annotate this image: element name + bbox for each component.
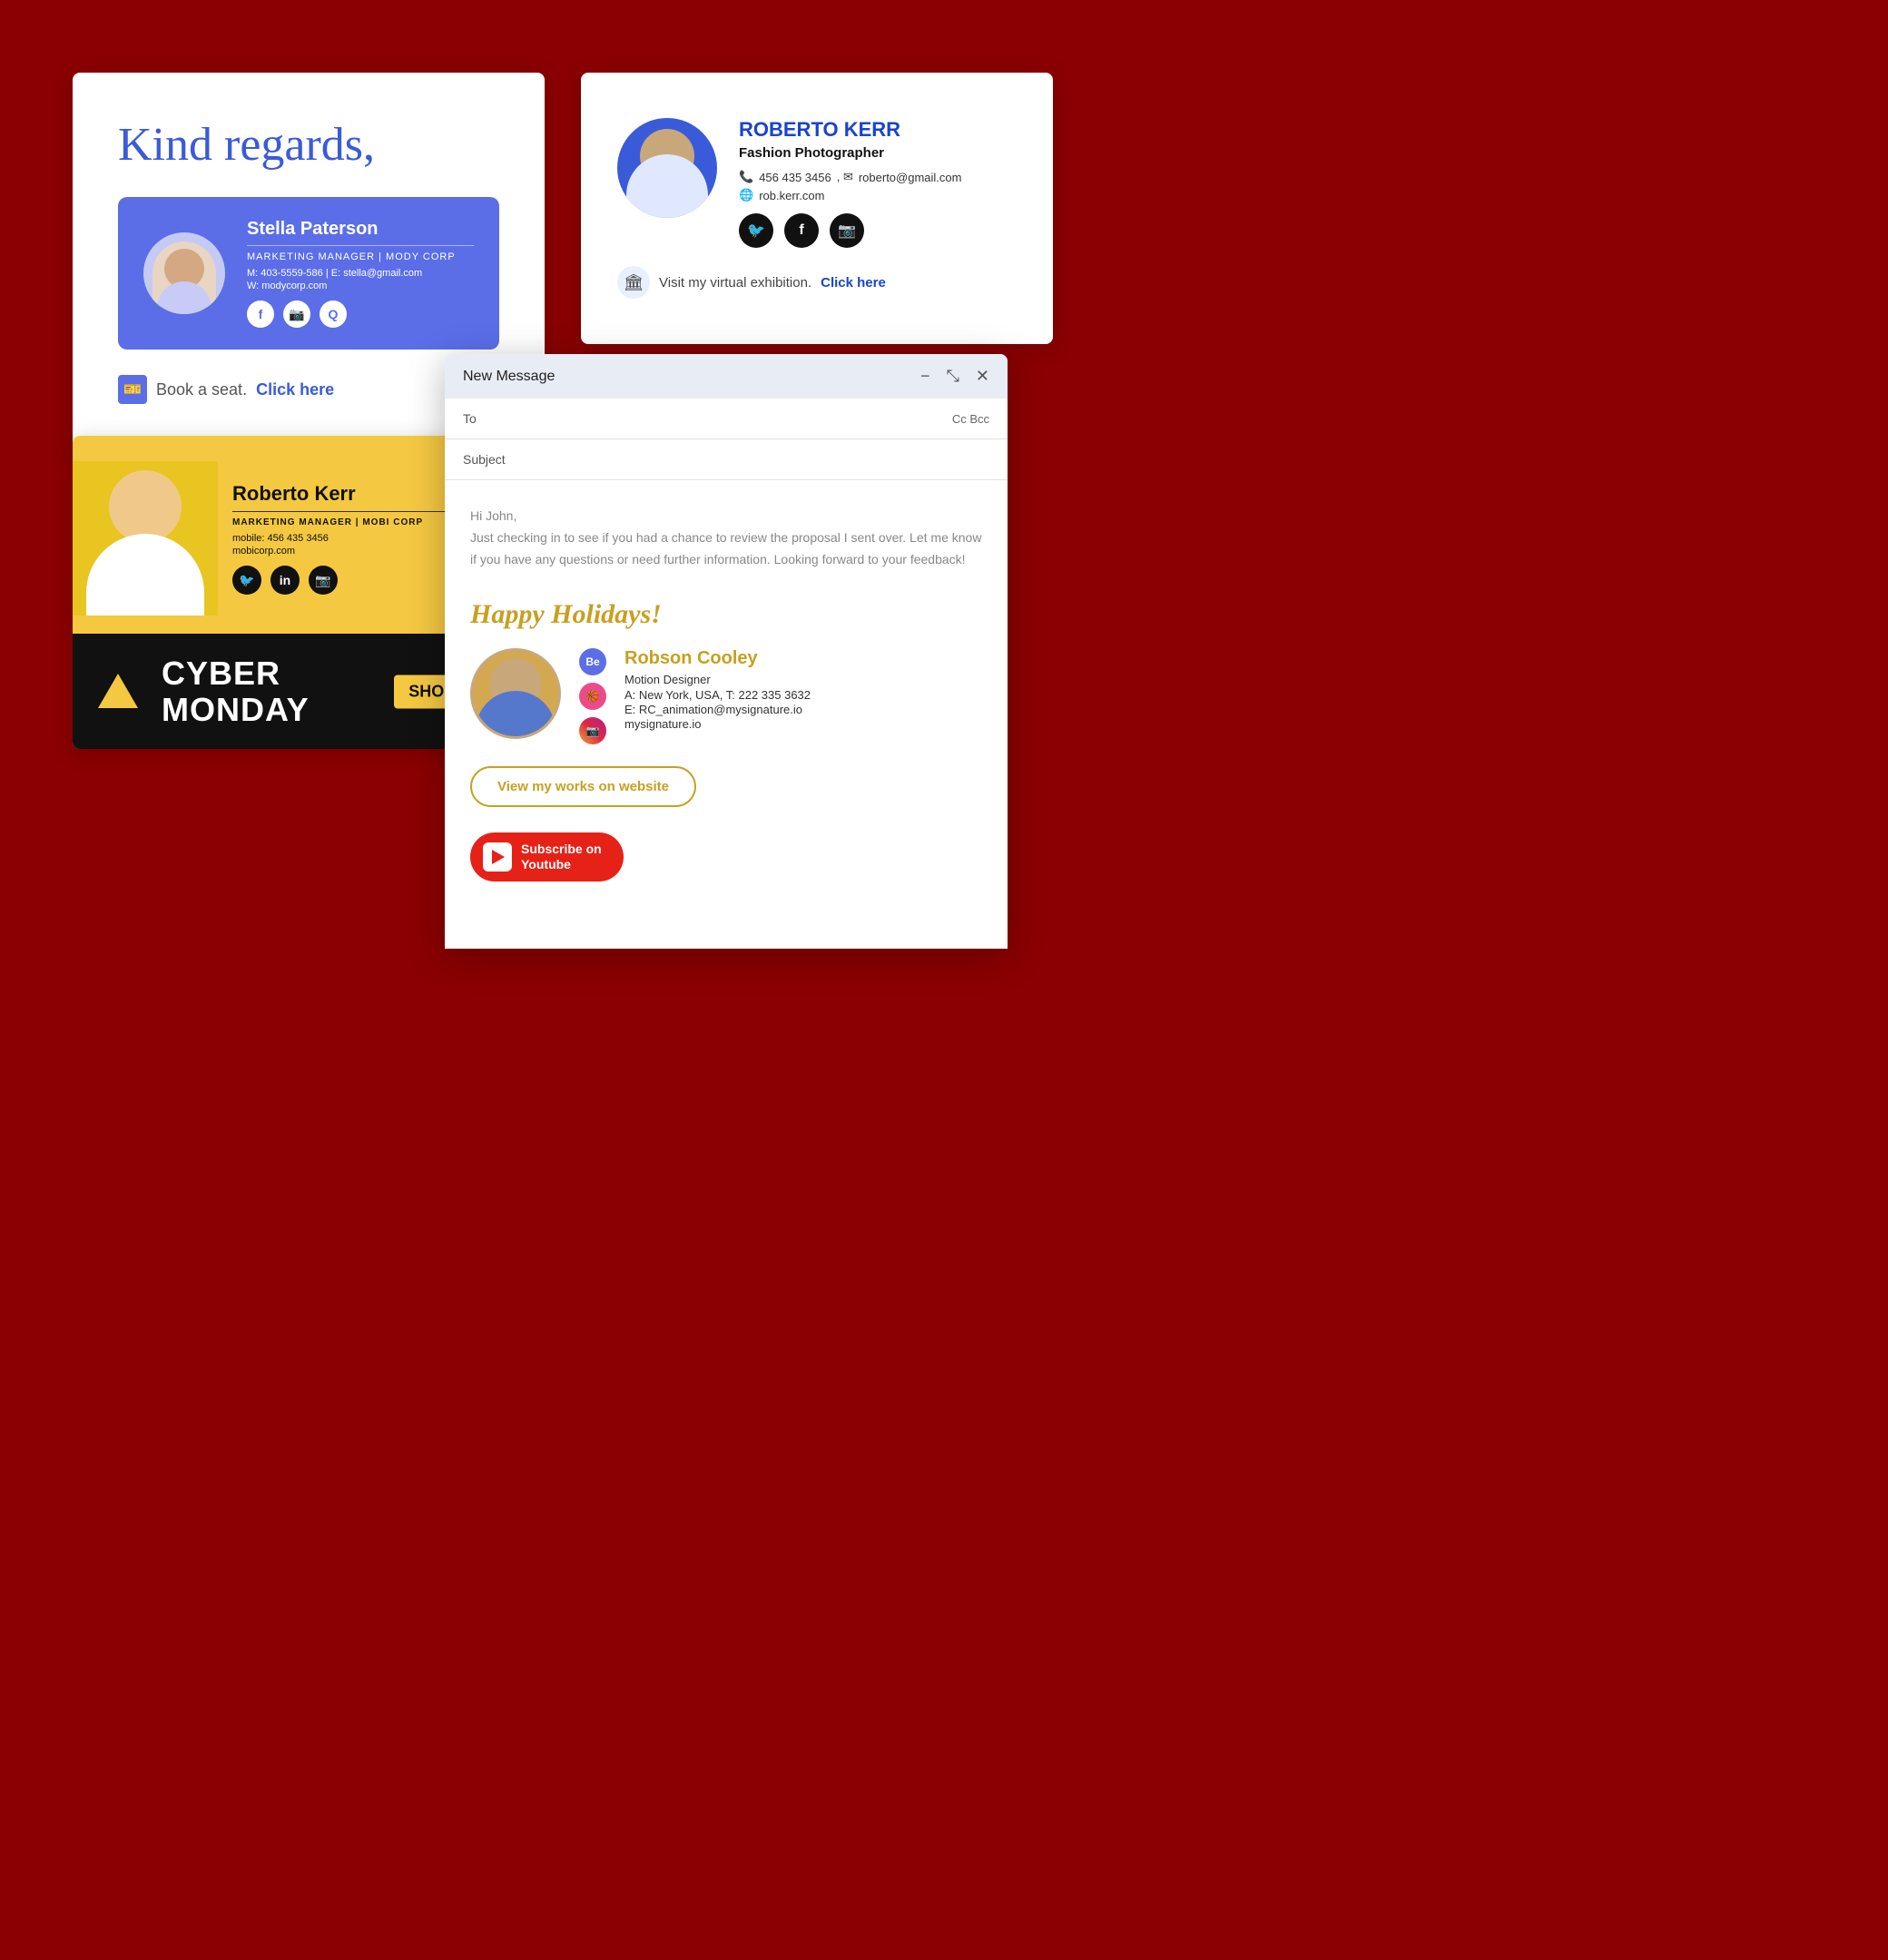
twitter-icon[interactable]: 🐦 [739, 213, 773, 248]
email-body-text: Hi John, Just checking in to see if you … [470, 506, 982, 570]
virtual-exhibition-row: 🏛 Visit my virtual exhibition. Click her… [617, 266, 1017, 299]
subject-input[interactable] [526, 452, 989, 467]
exhibition-text: Visit my virtual exhibition. [659, 275, 811, 291]
yellow-photo [73, 461, 218, 616]
holiday-signature: Happy Holidays! Be 🏀 📷 Robson Cooley Mot… [470, 599, 982, 949]
robson-body [476, 691, 556, 736]
play-triangle [492, 850, 505, 864]
exhibition-click-here[interactable]: Click here [821, 275, 886, 291]
roberto-website: 🌐 rob.kerr.com [739, 188, 961, 202]
linkedin-icon[interactable]: in [270, 566, 300, 595]
stella-avatar [143, 232, 225, 314]
roberto-avatar [617, 118, 717, 218]
roberto-name: ROBERTO KERR [739, 118, 961, 142]
instagram-icon[interactable]: 📷 [283, 300, 310, 328]
stella-mobile: M: 403-5559-586 | E: stella@gmail.com [247, 268, 474, 279]
stella-website: W: modycorp.com [247, 281, 474, 291]
book-seat-row: 🎫 Book a seat. Click here [118, 375, 499, 404]
roberto-body [626, 154, 708, 218]
subject-field-row: Subject [445, 439, 1008, 480]
window-controls: − ⤡ ✕ [920, 367, 989, 386]
stella-signature-box: Stella Paterson MARKETING MANAGER | MODY… [118, 197, 499, 350]
yellow-head [109, 470, 182, 543]
cyber-text: CYBER MONDAY [162, 655, 310, 727]
email-titlebar: New Message − ⤡ ✕ [445, 354, 1008, 399]
book-click-here[interactable]: Click here [256, 380, 334, 399]
behance-icon[interactable]: Be [579, 648, 606, 675]
instagram-icon[interactable]: 📷 [309, 566, 338, 595]
robson-address: A: New York, USA, T: 222 335 3632 [624, 688, 982, 702]
cc-bcc-label[interactable]: Cc Bcc [952, 412, 989, 426]
stella-title: MARKETING MANAGER | MODY CORP [247, 251, 474, 262]
instagram-icon[interactable]: 📷 [830, 213, 864, 248]
robson-email: E: RC_animation@mysignature.io [624, 703, 982, 716]
stella-social-icons: f 📷 Q [247, 300, 474, 328]
quora-icon[interactable]: Q [320, 300, 347, 328]
facebook-icon[interactable]: f [247, 300, 274, 328]
exhibition-icon: 🏛 [617, 266, 650, 299]
youtube-label: Subscribe on Youtube [521, 842, 602, 872]
robson-social-icons: Be 🏀 📷 [579, 648, 606, 744]
stella-info: Stella Paterson MARKETING MANAGER | MODY… [247, 219, 474, 328]
instagram-icon[interactable]: 📷 [579, 717, 606, 744]
roberto-phone: 📞 456 435 3456 , ✉ roberto@gmail.com [739, 170, 961, 184]
close-button[interactable]: ✕ [976, 367, 989, 386]
happy-holidays-text: Happy Holidays! [470, 599, 982, 630]
yellow-body [86, 534, 204, 616]
stella-name: Stella Paterson [247, 219, 474, 240]
email-compose-window: New Message − ⤡ ✕ To Cc Bcc Subject Hi J… [445, 354, 1008, 949]
roberto-social: 🐦 f 📷 [739, 213, 961, 248]
facebook-icon[interactable]: f [784, 213, 819, 248]
youtube-play-icon [483, 842, 512, 872]
to-label: To [463, 411, 517, 426]
book-text: Book a seat. [156, 380, 247, 399]
twitter-icon[interactable]: 🐦 [232, 566, 261, 595]
view-works-button[interactable]: View my works on website [470, 766, 696, 807]
stella-figure [152, 241, 216, 314]
to-field-row: To Cc Bcc [445, 399, 1008, 439]
to-input[interactable] [526, 411, 943, 426]
roberto-header: ROBERTO KERR Fashion Photographer 📞 456 … [617, 118, 1017, 248]
robson-website: mysignature.io [624, 717, 982, 731]
greeting-text: Kind regards, [118, 118, 499, 172]
book-icon: 🎫 [118, 375, 147, 404]
dribbble-icon[interactable]: 🏀 [579, 683, 606, 710]
robson-details: Robson Cooley Motion Designer A: New Yor… [624, 648, 982, 731]
roberto-role: Fashion Photographer [739, 145, 961, 161]
youtube-subscribe-button[interactable]: Subscribe on Youtube [470, 832, 624, 882]
robson-role: Motion Designer [624, 673, 982, 686]
robson-name: Robson Cooley [624, 648, 982, 669]
minimize-button[interactable]: − [920, 367, 930, 386]
roberto-details: ROBERTO KERR Fashion Photographer 📞 456 … [739, 118, 961, 248]
email-body: Hi John, Just checking in to see if you … [445, 480, 1008, 949]
robson-avatar [470, 648, 561, 739]
roberto-card: ROBERTO KERR Fashion Photographer 📞 456 … [581, 73, 1053, 344]
email-title: New Message [463, 369, 555, 385]
maximize-button[interactable]: ⤡ [947, 367, 959, 386]
subject-label: Subject [463, 452, 517, 467]
robson-signature-row: Be 🏀 📷 Robson Cooley Motion Designer A: … [470, 648, 982, 744]
